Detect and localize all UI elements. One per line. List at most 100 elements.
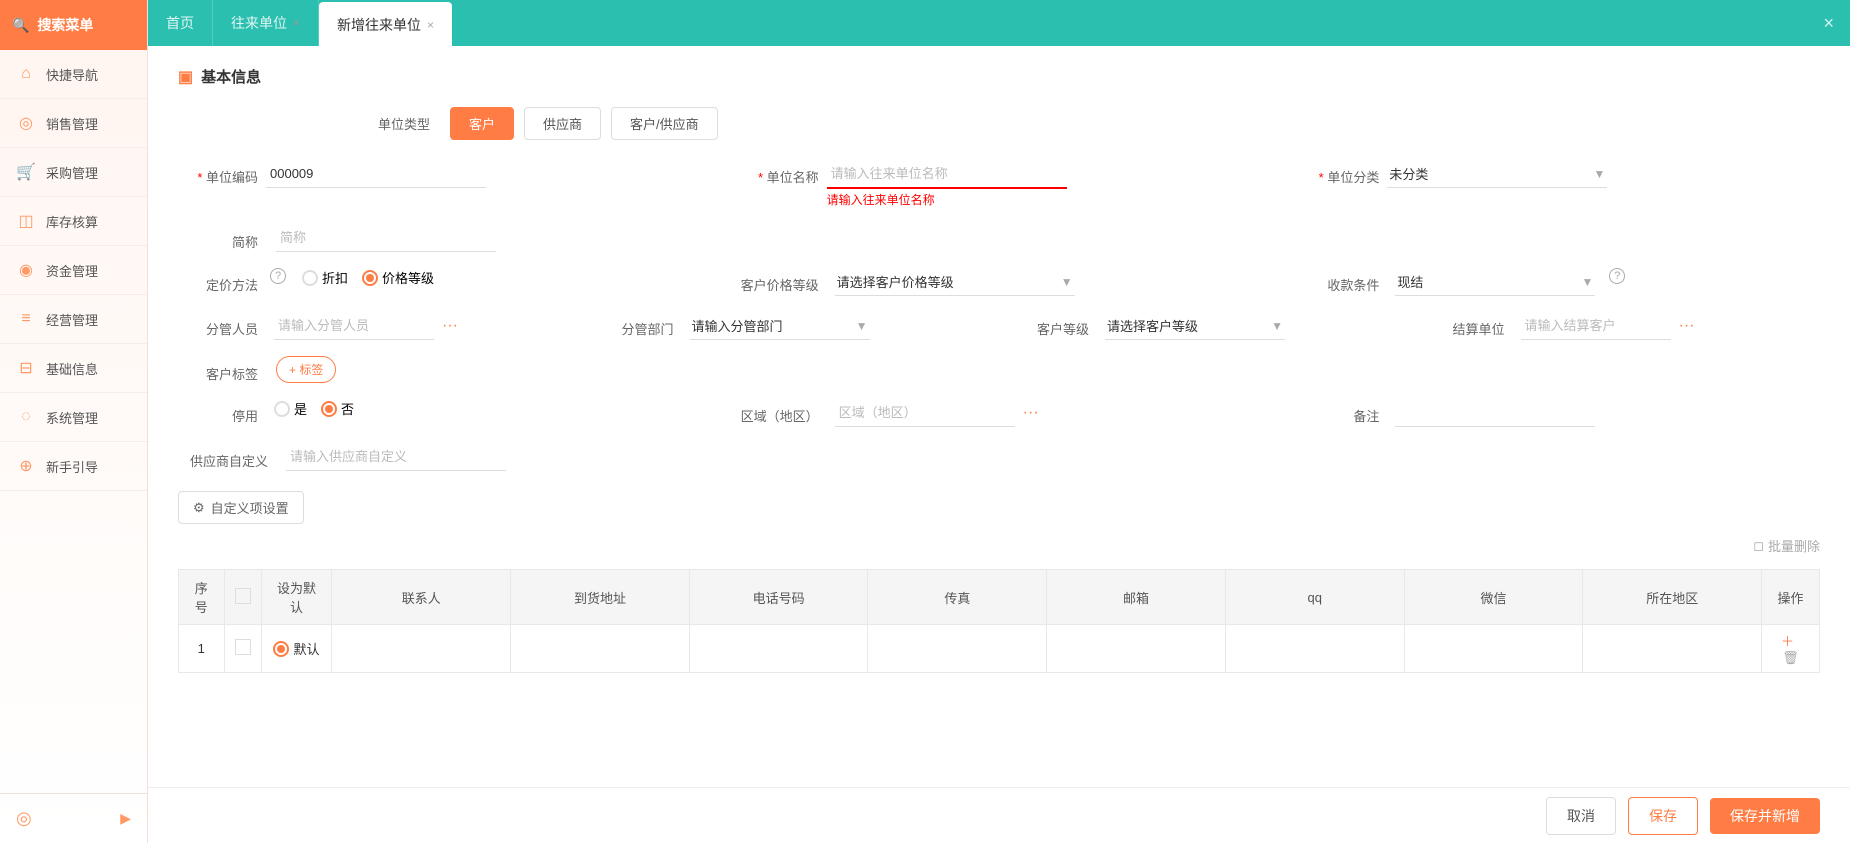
disabled-label: 停用 <box>178 399 258 425</box>
cell-contact[interactable] <box>332 625 511 673</box>
disabled-radio-yes[interactable]: 是 <box>274 399 307 418</box>
customer-level-chevron-icon: ▼ <box>1271 319 1283 333</box>
manager-input-group: ··· <box>274 312 462 340</box>
fax-input[interactable] <box>878 641 1036 656</box>
abbreviation-input[interactable] <box>276 224 496 252</box>
close-all-tabs[interactable]: × <box>1807 13 1850 34</box>
cell-action: ＋ 🗑 <box>1762 625 1820 673</box>
cell-address[interactable] <box>511 625 690 673</box>
supplier-custom-input[interactable] <box>286 443 506 471</box>
pricing-radio-discount[interactable]: 折扣 <box>302 268 348 287</box>
manager-input[interactable] <box>274 312 434 340</box>
cell-fax[interactable] <box>868 625 1047 673</box>
add-row-btn[interactable]: ＋ <box>1781 634 1794 649</box>
disabled-radio-no[interactable]: 否 <box>321 399 354 418</box>
batch-delete-label[interactable]: 批量删除 <box>1768 536 1820 555</box>
sidebar-item-operation[interactable]: ≡ 经营管理 <box>0 295 147 344</box>
close-partners-tab[interactable]: × <box>293 16 300 30</box>
tag-label: 客户标签 <box>178 357 258 383</box>
custom-settings-row: ⚙ 自定义项设置 <box>178 491 1820 524</box>
settlement-unit-label: 结算单位 <box>1425 312 1505 338</box>
tab-new-partner[interactable]: 新增往来单位 × <box>319 2 452 48</box>
settlement-unit-input[interactable] <box>1521 312 1671 340</box>
sidebar-item-system[interactable]: ◌ 系统管理 <box>0 393 147 442</box>
sidebar-item-purchase[interactable]: 🛒 采购管理 <box>0 148 147 197</box>
cell-location[interactable] <box>1583 625 1762 673</box>
table-row: 1 默认 <box>179 625 1820 673</box>
region-input[interactable] <box>835 399 1015 427</box>
payment-terms-select[interactable]: 现结 ▼ <box>1395 268 1595 296</box>
code-input[interactable] <box>266 160 486 188</box>
header-checkbox[interactable] <box>235 588 251 604</box>
address-input[interactable] <box>521 641 679 656</box>
manager-more-btn[interactable]: ··· <box>438 317 462 335</box>
category-select[interactable]: 未分类 ▼ <box>1387 160 1607 188</box>
name-input[interactable] <box>827 160 1067 189</box>
unit-type-supplier-btn[interactable]: 供应商 <box>524 107 601 140</box>
phone-input[interactable] <box>700 641 858 656</box>
cell-seq: 1 <box>179 625 225 673</box>
batch-delete-icon: ◻ <box>1753 538 1764 554</box>
contact-input[interactable] <box>342 641 500 656</box>
tab-partners[interactable]: 往来单位 × <box>213 0 319 46</box>
sidebar-item-inventory[interactable]: ◫ 库存核算 <box>0 197 147 246</box>
department-select[interactable]: 请输入分管部门 ▼ <box>690 312 870 340</box>
default-radio[interactable]: 默认 <box>272 639 322 658</box>
sidebar-item-base-info[interactable]: ⊟ 基础信息 <box>0 344 147 393</box>
add-tag-btn[interactable]: + 标签 <box>276 356 336 383</box>
delete-row-btn[interactable]: 🗑 <box>1782 650 1799 665</box>
th-checkbox <box>224 570 261 625</box>
email-input[interactable] <box>1057 641 1215 656</box>
region-more-btn[interactable]: ··· <box>1019 404 1043 422</box>
pricing-help-icon[interactable]: ? <box>270 268 286 284</box>
payment-terms-label: 收款条件 <box>1299 268 1379 294</box>
cell-qq[interactable] <box>1225 625 1404 673</box>
customer-level-select[interactable]: 请选择客户等级 ▼ <box>1105 312 1285 340</box>
row-checkbox[interactable] <box>235 639 251 655</box>
unit-type-both-btn[interactable]: 客户/供应商 <box>611 107 718 140</box>
sidebar-item-guide[interactable]: ⊕ 新手引导 <box>0 442 147 491</box>
pricing-radio-level[interactable]: 价格等级 <box>362 268 434 287</box>
category-label: 单位分类 <box>1299 160 1379 186</box>
customer-price-chevron-icon: ▼ <box>1061 275 1073 289</box>
disabled-radio-group: 是 否 <box>274 399 354 418</box>
cell-email[interactable] <box>1047 625 1226 673</box>
customer-price-level-select[interactable]: 请选择客户价格等级 ▼ <box>835 268 1075 296</box>
tab-home[interactable]: 首页 <box>148 0 213 46</box>
cancel-button[interactable]: 取消 <box>1546 797 1616 835</box>
category-field-content: 未分类 ▼ <box>1387 160 1607 188</box>
wechat-input[interactable] <box>1415 641 1573 656</box>
remarks-label: 备注 <box>1299 399 1379 425</box>
unit-type-customer-btn[interactable]: 客户 <box>450 107 514 140</box>
remarks-input[interactable] <box>1395 399 1595 427</box>
inventory-icon: ◫ <box>16 211 36 231</box>
qq-input[interactable] <box>1236 641 1394 656</box>
sidebar-item-sales[interactable]: ◎ 销售管理 <box>0 99 147 148</box>
search-menu-btn[interactable]: 🔍 搜索菜单 <box>0 0 147 50</box>
field-payment-terms: 收款条件 现结 ▼ ? <box>1299 268 1820 296</box>
radio-label-yes: 是 <box>294 399 307 418</box>
field-department: 分管部门 请输入分管部门 ▼ <box>594 312 990 340</box>
payment-terms-chevron-icon: ▼ <box>1581 275 1593 289</box>
sidebar-item-label: 采购管理 <box>46 163 98 182</box>
sidebar-expand-icon[interactable]: ▶ <box>120 810 131 827</box>
name-field-content: 请输入往来单位名称 <box>827 160 1067 208</box>
field-code: 单位编码 <box>178 160 699 208</box>
custom-settings-btn[interactable]: ⚙ 自定义项设置 <box>178 491 304 524</box>
customer-price-level-content: 请选择客户价格等级 ▼ <box>835 268 1075 296</box>
code-label: 单位编码 <box>178 160 258 186</box>
cell-wechat[interactable] <box>1404 625 1583 673</box>
payment-terms-help-icon[interactable]: ? <box>1609 268 1625 284</box>
save-button[interactable]: 保存 <box>1628 797 1698 835</box>
location-input[interactable] <box>1593 641 1751 656</box>
settlement-more-btn[interactable]: ··· <box>1675 317 1699 335</box>
field-customer-price-level: 客户价格等级 请选择客户价格等级 ▼ <box>739 268 1260 296</box>
search-icon: 🔍 <box>12 17 29 34</box>
contacts-table: 序号 设为默认 联系人 到货地址 电话号码 传真 邮箱 qq 微信 所在地区 操… <box>178 569 1820 673</box>
sidebar-item-quick-nav[interactable]: ⌂ 快捷导航 <box>0 50 147 99</box>
th-wechat: 微信 <box>1404 570 1583 625</box>
cell-phone[interactable] <box>689 625 868 673</box>
sidebar-item-finance[interactable]: ◉ 资金管理 <box>0 246 147 295</box>
save-and-new-button[interactable]: 保存并新增 <box>1710 798 1820 834</box>
close-new-partner-tab[interactable]: × <box>427 18 434 32</box>
